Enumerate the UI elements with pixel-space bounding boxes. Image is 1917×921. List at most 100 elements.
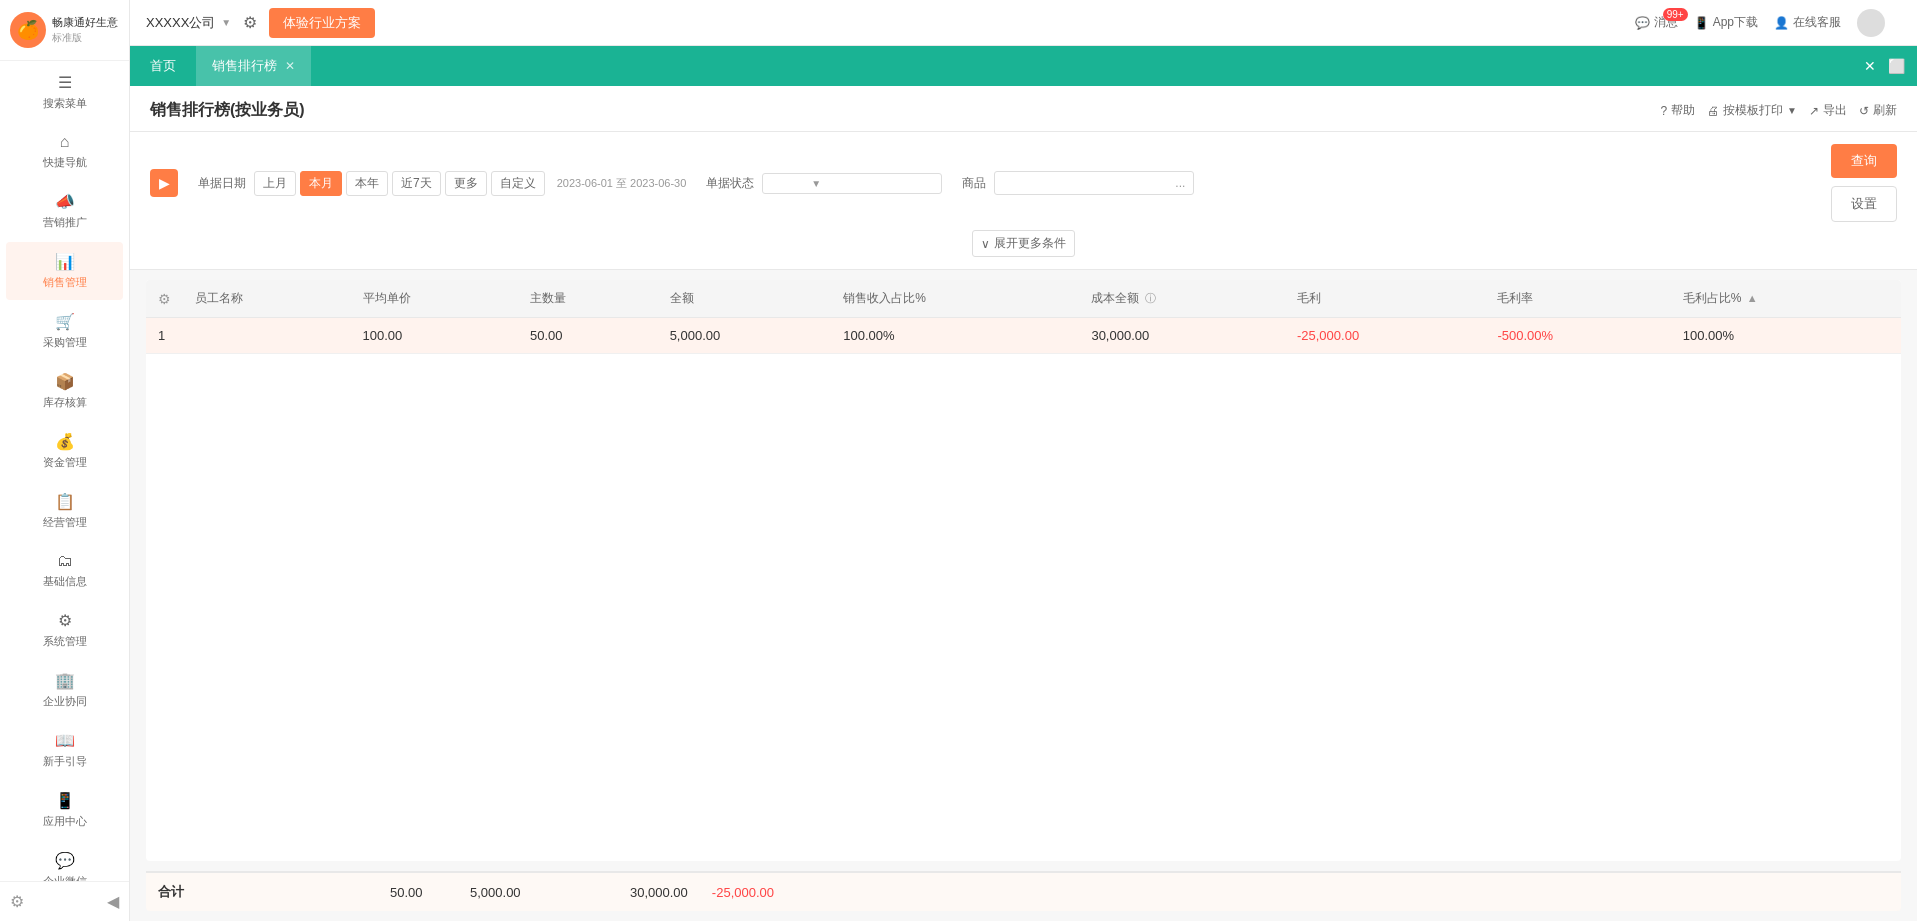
status-label: 单据状态 [706, 175, 754, 192]
company-selector[interactable]: XXXXX公司 ▼ [146, 14, 231, 32]
sidebar-item-operations[interactable]: 📋 经营管理 [6, 482, 123, 540]
print-btn[interactable]: 🖨 按模板打印 ▼ [1707, 102, 1797, 119]
purchase-icon: 🛒 [55, 312, 75, 331]
sidebar-item-system[interactable]: ⚙ 系统管理 [6, 601, 123, 659]
search-menu-icon: ☰ [58, 73, 72, 92]
date-btn-last-7days[interactable]: 近7天 [392, 171, 441, 196]
cost-label: 成本全额 [1091, 291, 1139, 305]
print-label: 按模板打印 [1723, 102, 1783, 119]
export-btn[interactable]: ↗ 导出 [1809, 102, 1847, 119]
col-avg-price: 平均单价 [351, 280, 519, 318]
tab-restore-icon[interactable]: ✕ [1864, 58, 1876, 74]
cell-qty: 50.00 [518, 318, 658, 354]
sidebar-collapse-icon[interactable]: ◀ [107, 892, 119, 911]
content-area: 销售排行榜(按业务员) ? 帮助 🖨 按模板打印 ▼ ↗ 导出 ↺ 刷新 [130, 86, 1917, 921]
sidebar-item-inventory[interactable]: 📦 库存核算 [6, 362, 123, 420]
goods-input[interactable]: ... [994, 171, 1194, 195]
tab-close-icon[interactable]: ✕ [285, 59, 295, 73]
online-service-btn[interactable]: 👤 在线客服 [1774, 14, 1841, 31]
col-amount: 全额 [658, 280, 832, 318]
goods-more-icon[interactable]: ... [1175, 176, 1185, 190]
query-button[interactable]: 查询 [1831, 144, 1897, 178]
sidebar-item-operations-label: 经营管理 [43, 515, 87, 530]
sidebar-item-sales[interactable]: 📊 销售管理 [6, 242, 123, 300]
date-btn-this-month[interactable]: 本月 [300, 171, 342, 196]
sidebar-item-finance[interactable]: 💰 资金管理 [6, 422, 123, 480]
sidebar-item-marketing-label: 营销推广 [43, 215, 87, 230]
topbar-right: 💬 消息 99+ 📱 App下载 👤 在线客服 [1635, 9, 1901, 37]
sidebar-item-purchase[interactable]: 🛒 采购管理 [6, 302, 123, 360]
cell-gross-rate: -500.00% [1485, 318, 1670, 354]
sidebar-item-basicinfo[interactable]: 🗂 基础信息 [6, 542, 123, 599]
marketing-icon: 📣 [55, 192, 75, 211]
main-area: XXXXX公司 ▼ ⚙ 体验行业方案 💬 消息 99+ 📱 App下载 👤 在线… [130, 0, 1917, 921]
filter-goods: 商品 ... [962, 171, 1194, 195]
logo-text: 畅康通好生意 标准版 [52, 15, 118, 44]
sidebar-item-search[interactable]: ☰ 搜索菜单 [6, 63, 123, 121]
sidebar-item-inventory-label: 库存核算 [43, 395, 87, 410]
footer-cost: 30,000.00 [618, 885, 700, 900]
date-btn-this-year[interactable]: 本年 [346, 171, 388, 196]
content-header: 销售排行榜(按业务员) ? 帮助 🖨 按模板打印 ▼ ↗ 导出 ↺ 刷新 [130, 86, 1917, 132]
topbar-settings-icon[interactable]: ⚙ [243, 13, 257, 32]
refresh-btn[interactable]: ↺ 刷新 [1859, 102, 1897, 119]
app-download-btn[interactable]: 📱 App下载 [1694, 14, 1758, 31]
message-btn[interactable]: 💬 消息 99+ [1635, 14, 1678, 31]
sidebar-item-enterprise[interactable]: 🏢 企业协同 [6, 661, 123, 719]
table-body: 1 100.00 50.00 5,000.00 100.00% 30,000.0… [146, 318, 1901, 354]
table-header-row: ⚙ 员工名称 平均单价 主数量 全额 销售收入占比% 成本全额 ⓘ 毛利 毛利率 [146, 280, 1901, 318]
col-settings: ⚙ [146, 280, 183, 318]
sidebar-item-guide[interactable]: 📖 新手引导 [6, 721, 123, 779]
refresh-label: 刷新 [1873, 102, 1897, 119]
table-wrapper: ⚙ 员工名称 平均单价 主数量 全额 销售收入占比% 成本全额 ⓘ 毛利 毛利率 [146, 280, 1901, 861]
trial-btn[interactable]: 体验行业方案 [269, 8, 375, 38]
logo-subtitle: 标准版 [52, 31, 118, 45]
service-icon: 👤 [1774, 16, 1789, 30]
help-icon: ? [1660, 104, 1667, 118]
user-avatar[interactable] [1857, 9, 1885, 37]
sidebar-item-wechat[interactable]: 💬 企业微信 [6, 841, 123, 881]
sidebar-item-appcenter[interactable]: 📱 应用中心 [6, 781, 123, 839]
status-dropdown-icon: ▼ [811, 178, 821, 189]
help-btn[interactable]: ? 帮助 [1660, 102, 1695, 119]
date-btn-more[interactable]: 更多 [445, 171, 487, 196]
date-range-buttons: 上月 本月 本年 近7天 更多 自定义 [254, 171, 545, 196]
cell-amount: 5,000.00 [658, 318, 832, 354]
col-name: 员工名称 [183, 280, 351, 318]
sidebar-item-quicknav[interactable]: ⌂ 快捷导航 [6, 123, 123, 180]
table-row: 1 100.00 50.00 5,000.00 100.00% 30,000.0… [146, 318, 1901, 354]
expand-conditions-btn[interactable]: ∨ 展开更多条件 [972, 230, 1075, 257]
data-table: ⚙ 员工名称 平均单价 主数量 全额 销售收入占比% 成本全额 ⓘ 毛利 毛利率 [146, 280, 1901, 354]
cell-avg-price: 100.00 [351, 318, 519, 354]
topbar: XXXXX公司 ▼ ⚙ 体验行业方案 💬 消息 99+ 📱 App下载 👤 在线… [130, 0, 1917, 46]
status-select[interactable]: ▼ [762, 173, 942, 194]
filter-expand-toggle[interactable]: ▶ [150, 169, 178, 197]
tab-maximize-icon[interactable]: ⬜ [1888, 58, 1905, 74]
inventory-icon: 📦 [55, 372, 75, 391]
table-head: ⚙ 员工名称 平均单价 主数量 全额 销售收入占比% 成本全额 ⓘ 毛利 毛利率 [146, 280, 1901, 318]
page-title: 销售排行榜(按业务员) [150, 100, 305, 121]
sidebar: 🍊 畅康通好生意 标准版 ☰ 搜索菜单 ⌂ 快捷导航 📣 营销推广 📊 销售管理… [0, 0, 130, 921]
sidebar-item-marketing[interactable]: 📣 营销推广 [6, 182, 123, 240]
sidebar-item-appcenter-label: 应用中心 [43, 814, 87, 829]
tab-sales-rank[interactable]: 销售排行榜 ✕ [196, 46, 311, 86]
cell-gross-pct: 100.00% [1671, 318, 1901, 354]
help-label: 帮助 [1671, 102, 1695, 119]
basicinfo-icon: 🗂 [57, 552, 73, 570]
footer-cells: 50.00 5,000.00 30,000.00 -25,000.00 [218, 885, 1889, 900]
col-gross-pct: 毛利占比% ▲ [1671, 280, 1901, 318]
date-btn-last-month[interactable]: 上月 [254, 171, 296, 196]
col-sales-pct: 销售收入占比% [831, 280, 1079, 318]
column-settings-icon[interactable]: ⚙ [158, 291, 171, 307]
filter-expand-row: ∨ 展开更多条件 [150, 230, 1897, 257]
sidebar-item-sales-label: 销售管理 [43, 275, 87, 290]
sidebar-nav: ☰ 搜索菜单 ⌂ 快捷导航 📣 营销推广 📊 销售管理 🛒 采购管理 📦 库存核… [0, 61, 129, 881]
date-btn-custom[interactable]: 自定义 [491, 171, 545, 196]
settings-button[interactable]: 设置 [1831, 186, 1897, 222]
tab-home[interactable]: 首页 [130, 46, 196, 86]
cost-info-icon: ⓘ [1145, 292, 1156, 304]
date-label: 单据日期 [198, 175, 246, 192]
goods-label: 商品 [962, 175, 986, 192]
sidebar-settings-icon[interactable]: ⚙ [10, 892, 24, 911]
cell-name [183, 318, 351, 354]
